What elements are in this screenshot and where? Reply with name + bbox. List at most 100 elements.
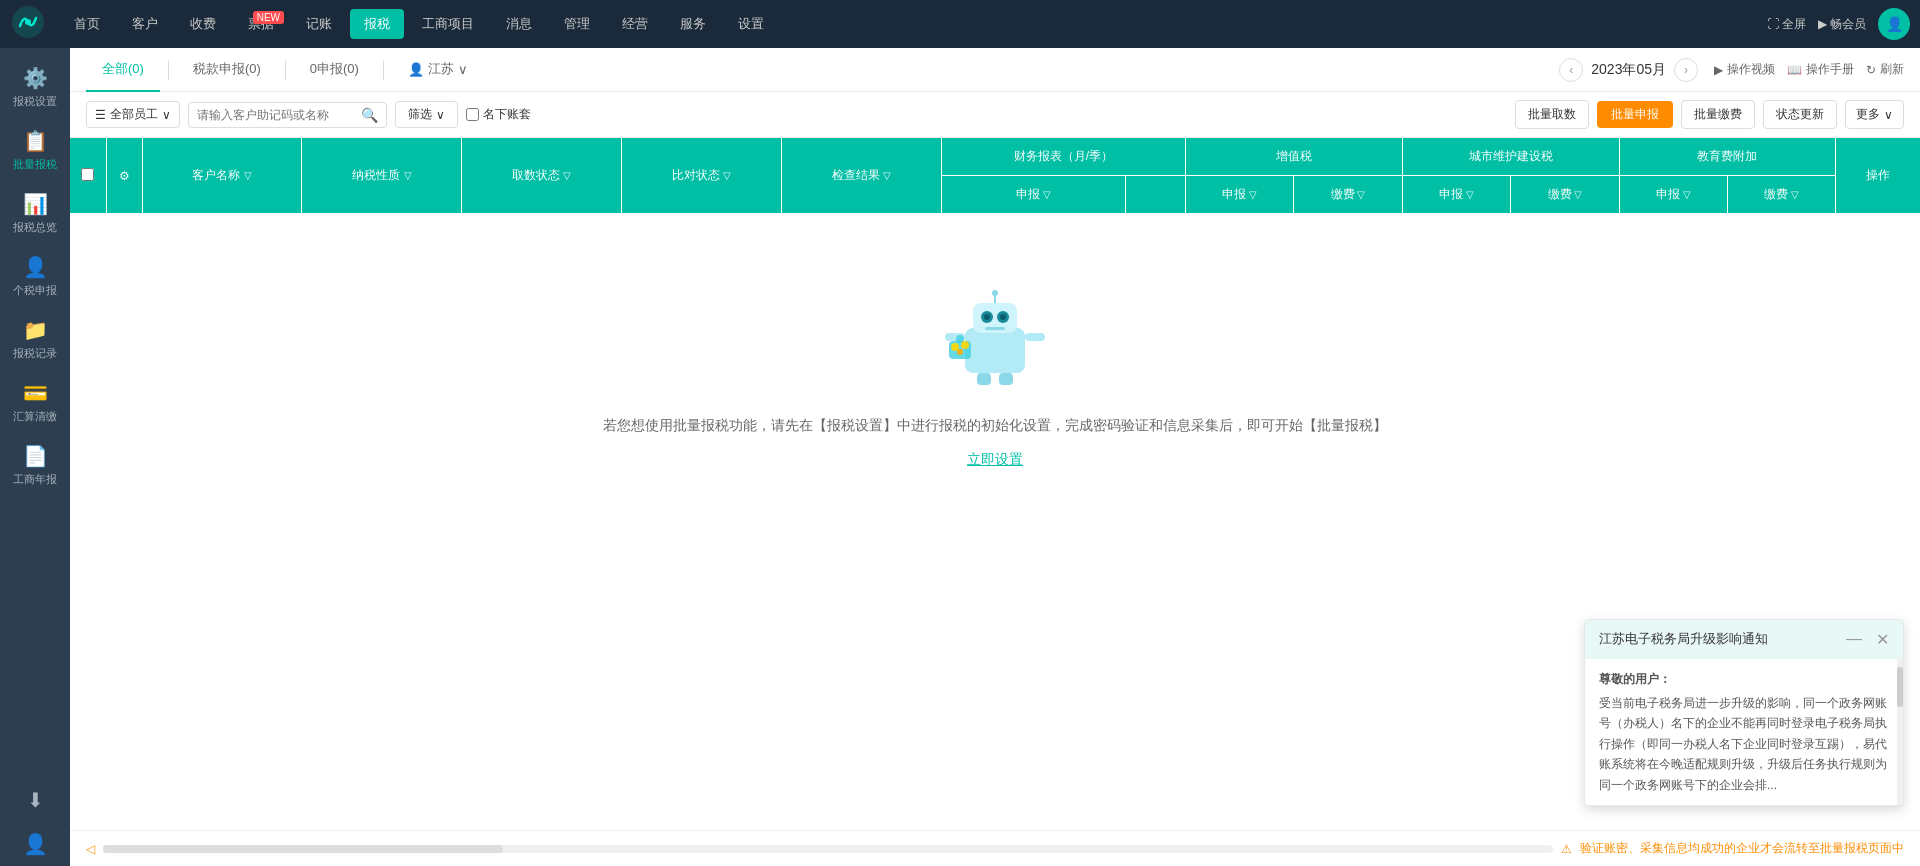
th-edu-fee: 教育费附加 (1619, 138, 1835, 176)
filter-icon[interactable]: ▽ (1040, 189, 1051, 200)
filter-icon[interactable]: ▽ (1463, 189, 1474, 200)
nav-fee[interactable]: 收费 (176, 9, 230, 39)
nav-message[interactable]: 消息 (492, 9, 546, 39)
date-text: 2023年05月 (1591, 61, 1666, 79)
fullscreen-btn[interactable]: ⛶ 全屏 (1767, 16, 1806, 33)
prev-month-btn[interactable]: ‹ (1559, 58, 1583, 82)
svg-point-15 (951, 343, 959, 351)
sidebar-item-settlement[interactable]: 💳 汇算清缴 (0, 371, 70, 434)
warning-text: 验证账密、采集信息均成功的企业才会流转至批量报税页面中 (1580, 840, 1904, 857)
employee-filter[interactable]: ☰ 全部员工 ∨ (86, 101, 180, 128)
annual-report-icon: 📄 (23, 444, 48, 468)
notification-minimize-btn[interactable]: — (1846, 630, 1862, 648)
notification-close-btn[interactable]: ✕ (1876, 630, 1889, 649)
tab-separator-3 (383, 60, 384, 80)
filter-icon[interactable]: ▽ (404, 170, 412, 181)
notif-scrollbar[interactable] (1897, 659, 1903, 805)
checkbox-account[interactable] (466, 108, 479, 121)
tab-bar: 全部(0) 税款申报(0) 0申报(0) 👤 江苏 ∨ ‹ 2023年05月 › (70, 48, 1920, 92)
th-financial-report: 财务报表（月/季） (942, 138, 1186, 176)
batch-pay-btn[interactable]: 批量缴费 (1681, 100, 1755, 129)
search-input[interactable] (197, 108, 357, 122)
notification-body: 尊敬的用户： 受当前电子税务局进一步升级的影响，同一个政务网账号（办税人）名下的… (1585, 659, 1903, 805)
th-compare-status: 比对状态 ▽ (622, 138, 782, 213)
logo[interactable] (10, 4, 50, 44)
scroll-area[interactable] (103, 845, 1553, 853)
filter-icon[interactable]: ▽ (563, 170, 571, 181)
nav-business[interactable]: 工商项目 (408, 9, 488, 39)
nav-operation[interactable]: 经营 (608, 9, 662, 39)
tab-region[interactable]: 👤 江苏 ∨ (392, 48, 484, 92)
svg-point-6 (984, 314, 990, 320)
filter-icon[interactable]: ▽ (1788, 189, 1799, 200)
nav-home[interactable]: 首页 (60, 9, 114, 39)
video-action[interactable]: ▶ 操作视频 (1714, 61, 1775, 78)
tax-overview-icon: 📊 (23, 192, 48, 216)
bottom-bar: ◁ ⚠ 验证账密、采集信息均成功的企业才会流转至批量报税页面中 (70, 830, 1920, 866)
batch-submit-btn[interactable]: 批量申报 (1597, 101, 1673, 128)
member-btn[interactable]: ▶ 畅会员 (1818, 16, 1866, 33)
svg-rect-8 (985, 327, 1005, 330)
sidebar-item-personal-tax[interactable]: 👤 个税申报 (0, 245, 70, 308)
sidebar-label-tax-settings: 报税设置 (13, 94, 57, 109)
filter-icon[interactable]: ▽ (1680, 189, 1691, 200)
tab-zero-declare[interactable]: 0申报(0) (294, 48, 375, 92)
tab-tax-declare[interactable]: 税款申报(0) (177, 48, 277, 92)
next-month-btn[interactable]: › (1674, 58, 1698, 82)
more-btn[interactable]: 更多 ∨ (1845, 100, 1904, 129)
nav-invoice[interactable]: 票据 NEW (234, 9, 288, 39)
sidebar-item-download[interactable]: ⬇ (0, 778, 70, 822)
svg-point-10 (992, 290, 998, 296)
filter-icon[interactable]: ▽ (883, 170, 891, 181)
th-fin-declare: 申报 ▽ (942, 176, 1125, 214)
refresh-action[interactable]: ↻ 刷新 (1866, 61, 1904, 78)
member-icon: ▶ (1818, 17, 1827, 31)
nav-tax[interactable]: 报税 (350, 9, 404, 39)
scroll-thumb (103, 845, 503, 853)
nav-service[interactable]: 服务 (666, 9, 720, 39)
tab-separator-1 (168, 60, 169, 80)
filter-icon[interactable]: ▽ (244, 170, 252, 181)
filter-icon[interactable]: ▽ (723, 170, 731, 181)
sidebar-item-user[interactable]: 👤 (0, 822, 70, 866)
th-action: 操作 (1835, 138, 1920, 213)
sidebar-item-tax-record[interactable]: 📁 报税记录 (0, 308, 70, 371)
status-update-btn[interactable]: 状态更新 (1763, 100, 1837, 129)
manual-action[interactable]: 📖 操作手册 (1787, 61, 1854, 78)
personal-tax-icon: 👤 (23, 255, 48, 279)
batch-tax-icon: 📋 (23, 129, 48, 153)
filter-icon[interactable]: ▽ (1246, 189, 1257, 200)
sidebar-label-tax-record: 报税记录 (13, 346, 57, 361)
download-icon: ⬇ (27, 788, 44, 812)
tab-all[interactable]: 全部(0) (86, 48, 160, 92)
batch-fetch-btn[interactable]: 批量取数 (1515, 100, 1589, 129)
notification-body-text: 受当前电子税务局进一步升级的影响，同一个政务网账号（办税人）名下的企业不能再同时… (1599, 693, 1889, 795)
dropdown-icon: ∨ (162, 108, 171, 122)
nav-manage[interactable]: 管理 (550, 9, 604, 39)
filter-btn[interactable]: 筛选 ∨ (395, 101, 458, 128)
filter-icon[interactable]: ▽ (1355, 189, 1366, 200)
sidebar-item-tax-settings[interactable]: ⚙️ 报税设置 (0, 56, 70, 119)
th-check-result: 检查结果 ▽ (782, 138, 942, 213)
search-icon[interactable]: 🔍 (361, 107, 378, 123)
nav-settings[interactable]: 设置 (724, 9, 778, 39)
toolbar-right: 批量取数 批量申报 批量缴费 状态更新 更多 ∨ (1515, 100, 1904, 129)
nav-accounting[interactable]: 记账 (292, 9, 346, 39)
notification-greeting: 尊敬的用户： (1599, 672, 1671, 686)
th-fetch-status: 取数状态 ▽ (462, 138, 622, 213)
sidebar-item-annual-report[interactable]: 📄 工商年报 (0, 434, 70, 497)
avatar[interactable]: 👤 (1878, 8, 1910, 40)
th-checkbox (70, 138, 106, 213)
select-all-checkbox[interactable] (81, 168, 94, 181)
search-box: 🔍 (188, 102, 387, 128)
nav-customer[interactable]: 客户 (118, 9, 172, 39)
sidebar-item-batch-tax[interactable]: 📋 批量报税 (0, 119, 70, 182)
svg-point-1 (25, 19, 31, 25)
settings-icon[interactable]: ⚙ (119, 169, 130, 183)
checkbox-label[interactable]: 名下账套 (466, 106, 531, 123)
setup-link[interactable]: 立即设置 (967, 451, 1023, 469)
sidebar-item-tax-overview[interactable]: 📊 报税总览 (0, 182, 70, 245)
filter-icon[interactable]: ▽ (1572, 189, 1583, 200)
robot-illustration (935, 273, 1055, 393)
sidebar-label-batch-tax: 批量报税 (13, 157, 57, 172)
